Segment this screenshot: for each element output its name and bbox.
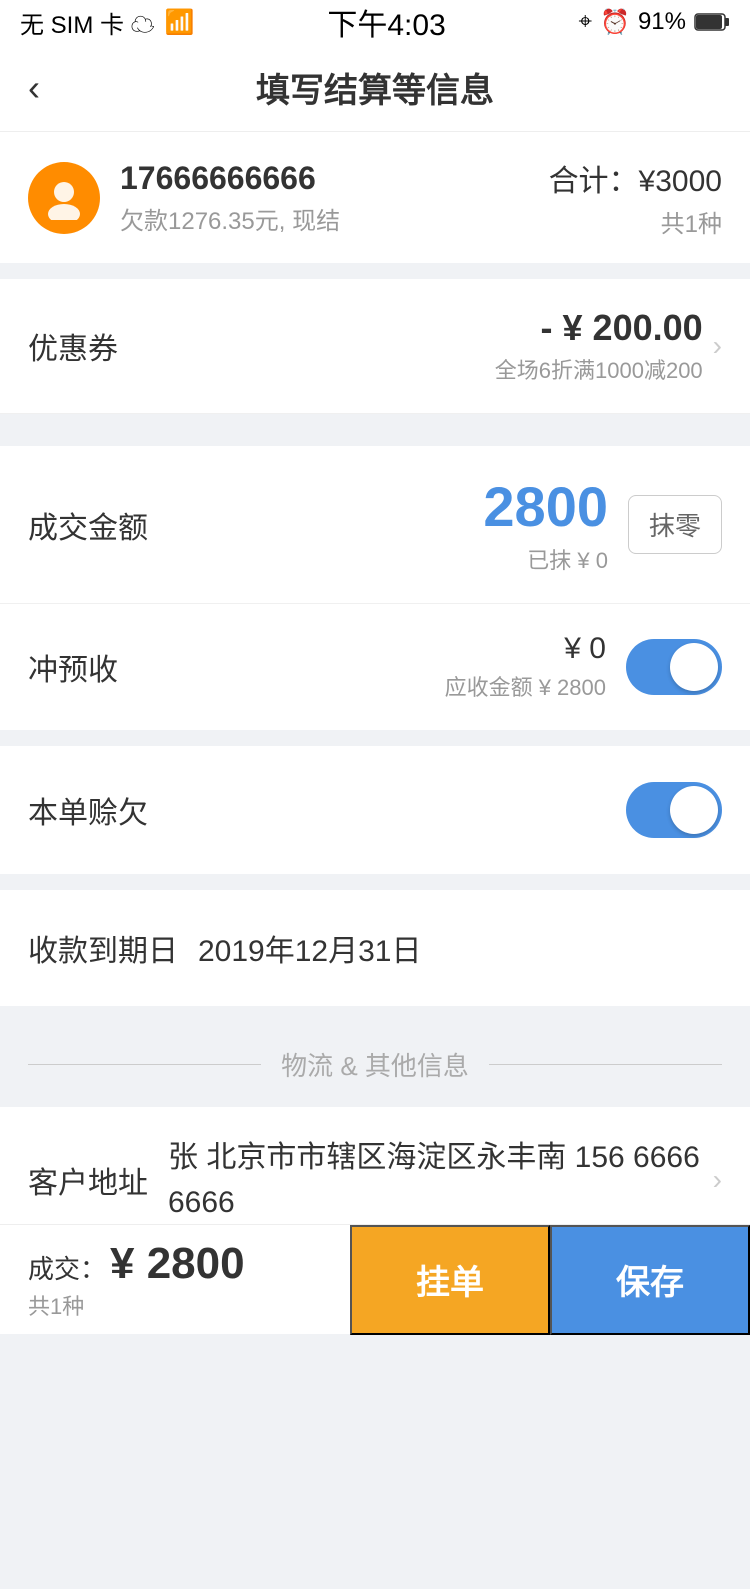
location-icon: ⌖ [579,8,593,36]
status-time: 下午4:03 [327,0,445,44]
address-label: 客户地址 [28,1158,148,1202]
user-details: 17666666666 欠款1276.35元, 现结 [120,160,529,236]
user-total: 合计：¥3000 共1种 [549,156,722,239]
avatar-icon [42,176,86,220]
status-bar: 无 SIM 卡 ☁ 📶 下午4:03 ⌖ ⏰ 91% [0,0,750,44]
content-area: 17666666666 欠款1276.35元, 现结 合计：¥3000 共1种 … [0,132,750,1589]
section-divider: 物流 & 其他信息 [0,1022,750,1107]
prepay-toggle[interactable] [626,639,722,695]
deal-amount-value-area: 2800 已抹 ¥ 0 抹零 [483,474,722,575]
battery-icon [694,12,730,32]
prepay-right: ¥ 0 应收金额 ¥ 2800 [445,632,722,702]
signal-text: 无 SIM 卡 ☁ [20,5,155,40]
chevron-right-icon: › [713,330,722,362]
address-chevron-icon: › [713,1164,722,1196]
prepay-amount: ¥ 0 [445,632,606,666]
deal-amount-info: 2800 已抹 ¥ 0 [483,474,608,575]
due-date-row: 收款到期日 2019年12月31日 [0,890,750,1006]
deal-amount-sub: 已抹 ¥ 0 [483,543,608,575]
alarm-icon: ⏰ [600,8,630,37]
coupon-sub: 全场6折满1000减200 [495,353,703,385]
save-button[interactable]: 保存 [550,1225,750,1335]
deal-amount-row: 成交金额 2800 已抹 ¥ 0 抹零 [0,446,750,604]
user-sub-text: 欠款1276.35元, 现结 [120,201,529,236]
bottom-total-label: 成交： [28,1249,106,1286]
due-date-label: 收款到期日 [28,926,178,970]
nav-bar: ‹ 填写结算等信息 [0,44,750,132]
debt-toggle-knob [670,786,718,834]
amount-section: 成交金额 2800 已抹 ¥ 0 抹零 冲预收 ¥ 0 应收金额 ¥ 2800 [0,446,750,730]
hold-button[interactable]: 挂单 [350,1225,550,1335]
divider-line-right [489,1064,722,1065]
deal-amount-label: 成交金额 [28,503,483,547]
coupon-discount: - ¥ 200.00 [495,307,703,349]
prepay-amount-area: ¥ 0 应收金额 ¥ 2800 [445,632,606,702]
page-title: 填写结算等信息 [256,63,494,112]
total-amount: 合计：¥3000 [549,156,722,200]
separator-1 [0,430,750,446]
bottom-total-amount: ¥ 2800 [110,1239,245,1289]
round-button[interactable]: 抹零 [628,495,722,554]
debt-row: 本单赊欠 [0,746,750,874]
address-text: 张 北京市市辖区海淀区永丰南 156 6666 6666 [168,1135,713,1225]
due-date-value: 2019年12月31日 [198,926,421,970]
wifi-icon: 📶 [165,8,195,37]
prepay-row: 冲预收 ¥ 0 应收金额 ¥ 2800 [0,604,750,730]
separator-2 [0,730,750,746]
bottom-count: 共1种 [28,1289,350,1321]
status-left: 无 SIM 卡 ☁ 📶 [20,5,195,40]
coupon-row[interactable]: 优惠券 - ¥ 200.00 全场6折满1000减200 › [0,279,750,414]
status-right: ⌖ ⏰ 91% [579,8,730,37]
toggle-knob [670,643,718,691]
user-info-row: 17666666666 欠款1276.35元, 现结 合计：¥3000 共1种 [0,132,750,263]
avatar [28,162,100,234]
total-count: 共1种 [549,204,722,239]
divider-line-left [28,1064,261,1065]
prepay-label: 冲预收 [28,645,445,689]
divider-label: 物流 & 其他信息 [281,1046,469,1083]
debt-toggle[interactable] [626,782,722,838]
prepay-sub: 应收金额 ¥ 2800 [445,670,606,702]
bottom-summary: 成交： ¥ 2800 共1种 [0,1239,350,1321]
user-phone: 17666666666 [120,160,529,197]
coupon-info: - ¥ 200.00 全场6折满1000减200 [495,307,703,385]
back-button[interactable]: ‹ [28,67,40,109]
battery-text: 91% [638,8,686,36]
debt-label: 本单赊欠 [28,788,626,832]
bottom-summary-line: 成交： ¥ 2800 [28,1239,350,1289]
bottom-bar: 成交： ¥ 2800 共1种 挂单 保存 [0,1224,750,1334]
coupon-label: 优惠券 [28,324,148,368]
coupon-right: - ¥ 200.00 全场6折满1000减200 › [148,307,722,385]
deal-amount-value: 2800 [483,474,608,539]
